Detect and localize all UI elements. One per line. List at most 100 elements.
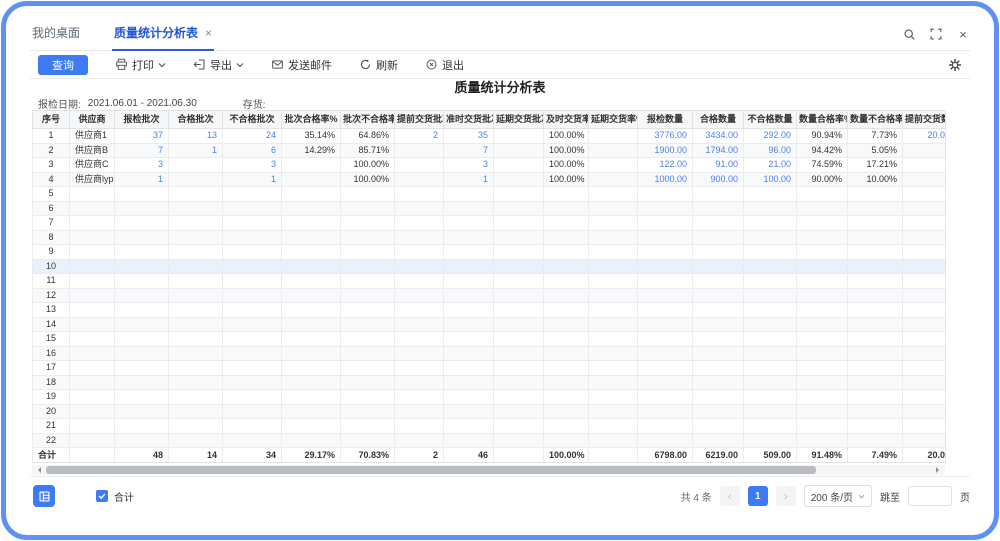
table-cell[interactable] [281,346,341,361]
table-cell[interactable] [796,215,848,231]
table-cell[interactable] [743,346,797,361]
table-cell[interactable] [222,317,282,332]
table-cell[interactable] [743,273,797,289]
table-cell[interactable] [493,230,544,245]
table-cell[interactable] [902,186,945,202]
table-cell[interactable] [69,346,115,361]
table-cell[interactable] [902,157,945,173]
table-cell[interactable] [394,172,444,187]
table-cell[interactable]: 6 [32,201,70,216]
table-row[interactable]: 9 [32,244,945,260]
table-cell[interactable] [168,389,223,405]
column-header[interactable]: 延期交货率% [588,110,638,129]
table-cell[interactable] [692,317,744,332]
table-cell[interactable] [743,186,797,202]
table-cell[interactable] [281,288,341,303]
refresh-button[interactable]: 刷新 [359,57,398,73]
table-cell[interactable] [443,433,494,448]
table-cell[interactable]: 37 [114,128,169,144]
table-cell[interactable] [847,404,903,419]
table-cell[interactable] [493,404,544,419]
table-cell[interactable] [168,230,223,245]
table-cell[interactable] [493,157,544,173]
table-cell[interactable] [847,360,903,376]
column-header[interactable]: 报检数量 [637,110,693,129]
table-cell[interactable] [796,230,848,245]
table-cell[interactable] [847,346,903,361]
table-cell[interactable] [543,360,589,376]
table-cell[interactable]: 1 [168,143,223,158]
column-header[interactable]: 报检批次 [114,110,169,129]
table-cell[interactable]: 3 [222,157,282,173]
table-cell[interactable] [543,259,589,274]
table-cell[interactable] [847,331,903,347]
table-cell[interactable] [796,389,848,405]
date-filter-value[interactable]: 2021.06.01 - 2021.06.30 [88,98,197,109]
table-cell[interactable] [114,244,169,260]
column-header[interactable]: 序号 [32,110,70,129]
checkbox-checked-icon[interactable] [96,490,108,502]
table-row[interactable]: 2 供应商B 7 1 6 14.29% 85.71% 7 100.00% 1900.00 1794.… [32,143,945,158]
table-cell[interactable] [637,346,693,361]
table-cell[interactable] [637,404,693,419]
table-cell[interactable] [543,288,589,303]
table-cell[interactable] [168,302,223,318]
table-cell[interactable] [637,418,693,434]
table-cell[interactable] [847,302,903,318]
table-cell[interactable] [847,201,903,216]
table-cell[interactable] [637,375,693,390]
table-cell[interactable] [847,230,903,245]
table-cell[interactable] [588,317,638,332]
table-cell[interactable] [588,128,638,144]
table-cell[interactable] [588,360,638,376]
table-cell[interactable] [847,273,903,289]
tab-quality-report[interactable]: 质量统计分析表 × [112,17,215,51]
table-cell[interactable] [69,404,115,419]
table-cell[interactable] [493,375,544,390]
table-cell[interactable] [692,244,744,260]
table-cell[interactable] [743,230,797,245]
table-cell[interactable] [692,418,744,434]
table-cell[interactable]: 7 [32,215,70,231]
table-cell[interactable] [394,389,444,405]
table-cell[interactable] [796,360,848,376]
table-cell[interactable] [637,259,693,274]
table-cell[interactable] [443,302,494,318]
table-cell[interactable] [394,230,444,245]
table-cell[interactable] [493,186,544,202]
table-cell[interactable] [588,302,638,318]
table-cell[interactable] [902,404,945,419]
table-cell[interactable]: 17 [32,360,70,376]
table-cell[interactable] [340,389,395,405]
table-cell[interactable] [902,331,945,347]
table-cell[interactable] [796,259,848,274]
table-cell[interactable] [443,418,494,434]
summary-toggle[interactable]: 合计 [96,489,134,504]
table-cell[interactable] [168,172,223,187]
table-cell[interactable]: 3 [32,157,70,173]
table-cell[interactable]: 100.00% [543,128,589,144]
table-cell[interactable]: 20 [32,404,70,419]
table-cell[interactable] [168,317,223,332]
table-row[interactable]: 16 [32,346,945,361]
table-cell[interactable]: 8 [32,230,70,245]
table-cell[interactable] [443,288,494,303]
table-cell[interactable] [743,302,797,318]
table-cell[interactable]: 14.29% [281,143,341,158]
table-cell[interactable] [902,418,945,434]
table-cell[interactable]: 17.21% [847,157,903,173]
table-cell[interactable] [114,346,169,361]
table-cell[interactable] [168,346,223,361]
table-cell[interactable] [69,244,115,260]
table-cell[interactable] [394,288,444,303]
table-cell[interactable] [588,418,638,434]
table-cell[interactable] [902,259,945,274]
table-cell[interactable] [493,331,544,347]
table-cell[interactable]: 7 [114,143,169,158]
table-cell[interactable] [443,230,494,245]
table-cell[interactable] [340,360,395,376]
prev-page-button[interactable]: ‹ [719,486,740,506]
table-cell[interactable] [902,244,945,260]
table-cell[interactable] [222,433,282,448]
table-cell[interactable] [69,259,115,274]
